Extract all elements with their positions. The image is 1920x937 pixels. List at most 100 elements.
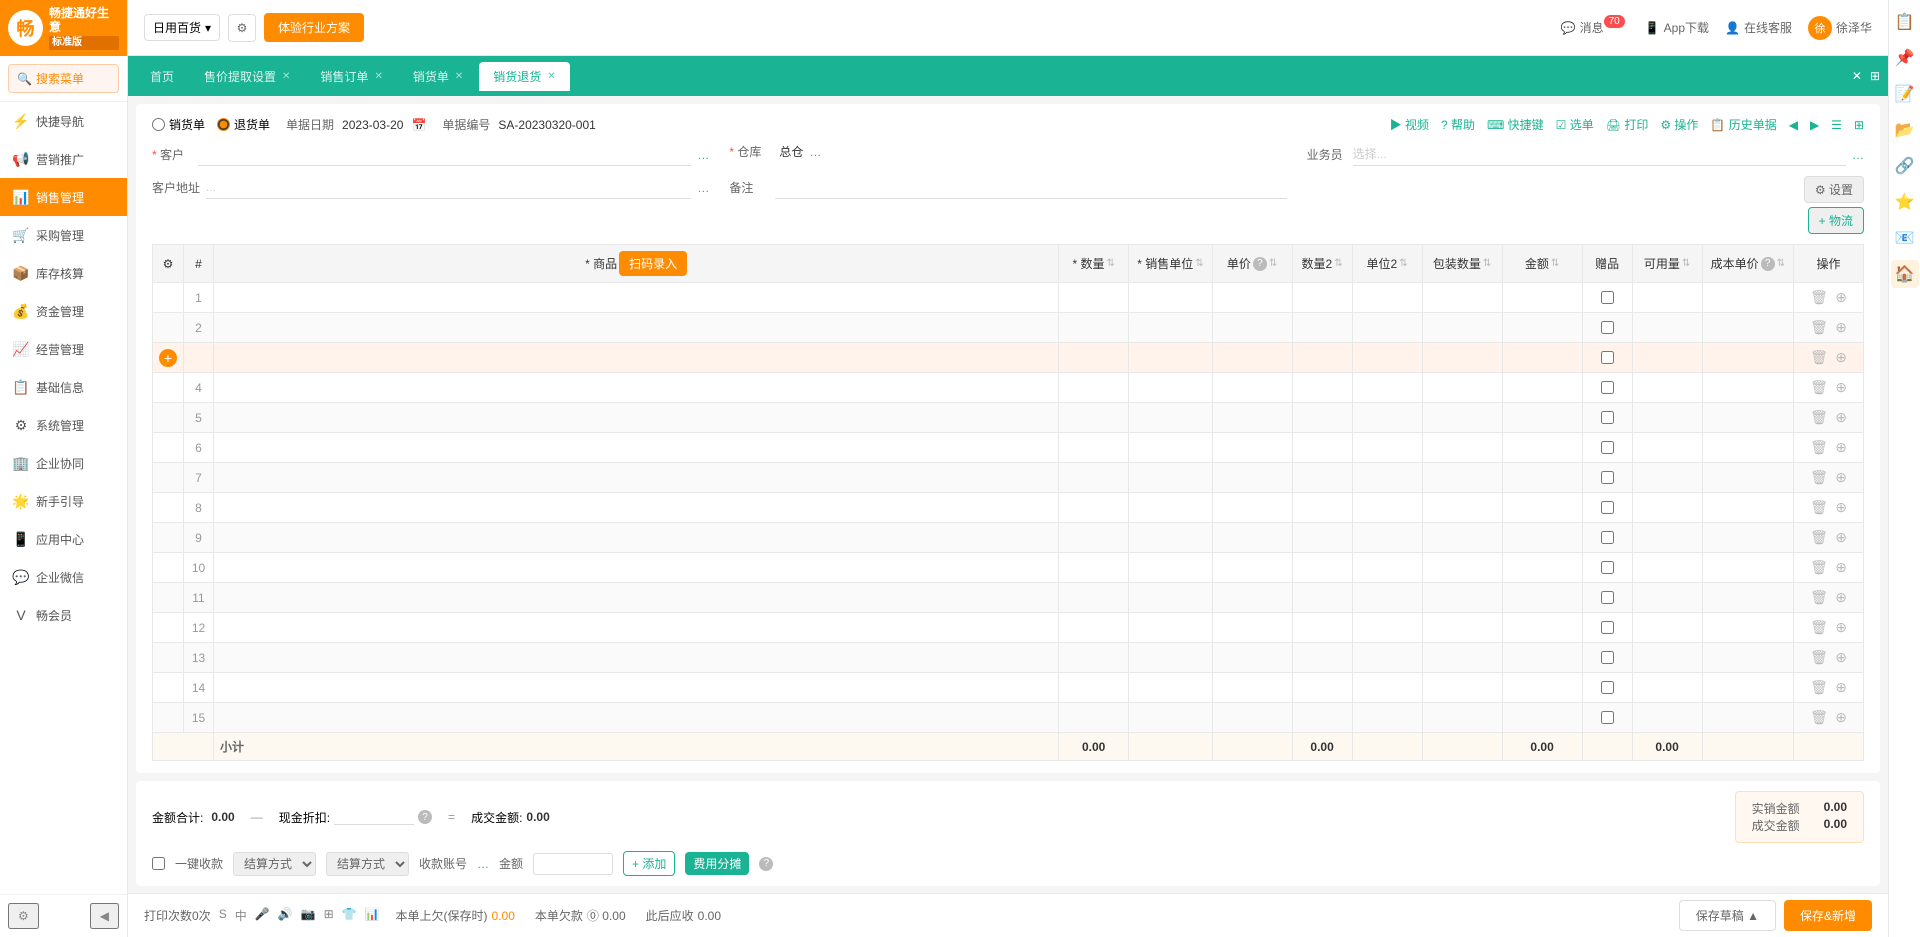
copy-row-6[interactable]: ⊕: [1833, 437, 1849, 458]
tab-sales-order-close[interactable]: ✕: [374, 71, 382, 82]
qty2-cell-6[interactable]: [1292, 433, 1352, 463]
qty2-cell-15[interactable]: [1292, 703, 1352, 733]
qty-cell-8[interactable]: [1059, 493, 1129, 523]
customer-dots-button[interactable]: …: [697, 148, 709, 162]
delete-row-5[interactable]: 🗑: [1808, 407, 1830, 428]
gift-checkbox-3[interactable]: [1601, 351, 1614, 364]
amount-cell-14[interactable]: [1502, 673, 1582, 703]
cost-cell-9[interactable]: [1702, 523, 1793, 553]
logistics-button[interactable]: + 物流: [1808, 207, 1864, 234]
gift-checkbox-4[interactable]: [1601, 381, 1614, 394]
product-input-3[interactable]: [220, 351, 1052, 365]
delete-row-1[interactable]: 🗑: [1808, 287, 1830, 308]
pack-cell-8[interactable]: [1422, 493, 1502, 523]
gift-checkbox-11[interactable]: [1601, 591, 1614, 604]
unit-cell-7[interactable]: [1129, 463, 1212, 493]
avail-cell-13[interactable]: [1632, 643, 1702, 673]
cost-cell-8[interactable]: [1702, 493, 1793, 523]
avail-cell-1[interactable]: [1632, 283, 1702, 313]
unit-cell-14[interactable]: [1129, 673, 1212, 703]
amount-cell-7[interactable]: [1502, 463, 1582, 493]
sidebar-item-vip[interactable]: V 畅会员: [0, 596, 127, 634]
help-button[interactable]: ? 帮助: [1441, 116, 1475, 133]
unit2-cell-11[interactable]: [1352, 583, 1422, 613]
unit2-cell-13[interactable]: [1352, 643, 1422, 673]
cost-cell-7[interactable]: [1702, 463, 1793, 493]
gift-checkbox-10[interactable]: [1601, 561, 1614, 574]
price-info-icon[interactable]: ?: [1253, 257, 1267, 271]
gift-checkbox-8[interactable]: [1601, 501, 1614, 514]
product-cell-10[interactable]: [214, 553, 1059, 583]
gift-checkbox-6[interactable]: [1601, 441, 1614, 454]
column-settings-button[interactable]: ⚙ 设置: [1804, 176, 1864, 203]
account-dots-button[interactable]: …: [477, 857, 489, 871]
copy-row-9[interactable]: ⊕: [1833, 527, 1849, 548]
unit2-cell-15[interactable]: [1352, 703, 1422, 733]
product-cell-3[interactable]: [214, 343, 1059, 373]
unit2-cell-2[interactable]: [1352, 313, 1422, 343]
gift-checkbox-9[interactable]: [1601, 531, 1614, 544]
unit-cell-8[interactable]: [1129, 493, 1212, 523]
delete-row-10[interactable]: 🗑: [1808, 557, 1830, 578]
messages-button[interactable]: 💬 消息 70: [1561, 19, 1629, 36]
delete-row-11[interactable]: 🗑: [1808, 587, 1830, 608]
delete-row-15[interactable]: 🗑: [1808, 707, 1830, 728]
search-menu-button[interactable]: 🔍 搜索菜单: [8, 64, 119, 93]
tab-sales[interactable]: 销货单 ✕: [399, 62, 477, 91]
qty2-cell-2[interactable]: [1292, 313, 1352, 343]
add-payment-button[interactable]: + 添加: [623, 851, 675, 876]
tab-returns-close[interactable]: ✕: [547, 71, 555, 82]
right-icon-7[interactable]: 📧: [1891, 224, 1919, 252]
price-cell-14[interactable]: [1212, 673, 1292, 703]
sales-slip-radio-input[interactable]: [152, 118, 165, 131]
qty2-cell-11[interactable]: [1292, 583, 1352, 613]
cost-sort-icon[interactable]: ⇅: [1777, 258, 1785, 269]
cost-cell-11[interactable]: [1702, 583, 1793, 613]
amount-cell-15[interactable]: [1502, 703, 1582, 733]
return-slip-radio[interactable]: 退货单: [217, 116, 270, 133]
unit2-cell-8[interactable]: [1352, 493, 1422, 523]
gift-checkbox-13[interactable]: [1601, 651, 1614, 664]
product-cell-15[interactable]: [214, 703, 1059, 733]
calc-method-select[interactable]: 结算方式: [326, 852, 409, 876]
sidebar-item-basic[interactable]: 📋 基础信息: [0, 368, 127, 406]
amount-cell-3[interactable]: [1502, 343, 1582, 373]
qty-cell-12[interactable]: [1059, 613, 1129, 643]
product-cell-12[interactable]: [214, 613, 1059, 643]
product-cell-11[interactable]: [214, 583, 1059, 613]
prev-record-button[interactable]: ◀: [1789, 118, 1798, 132]
tab-home[interactable]: 首页: [136, 62, 188, 91]
price-cell-6[interactable]: [1212, 433, 1292, 463]
qty2-cell-14[interactable]: [1292, 673, 1352, 703]
qty-cell-9[interactable]: [1059, 523, 1129, 553]
avail-cell-2[interactable]: [1632, 313, 1702, 343]
amount-cell-4[interactable]: [1502, 373, 1582, 403]
unit-cell-15[interactable]: [1129, 703, 1212, 733]
sales-slip-radio[interactable]: 销货单: [152, 116, 205, 133]
cost-cell-14[interactable]: [1702, 673, 1793, 703]
pay-method-select[interactable]: 结算方式: [233, 852, 316, 876]
qty2-cell-7[interactable]: [1292, 463, 1352, 493]
copy-row-2[interactable]: ⊕: [1833, 317, 1849, 338]
sidebar-item-shortcuts[interactable]: ⚡ 快捷导航: [0, 102, 127, 140]
product-cell-8[interactable]: [214, 493, 1059, 523]
copy-row-12[interactable]: ⊕: [1833, 617, 1849, 638]
copy-row-3[interactable]: ⊕: [1833, 347, 1849, 368]
unit-cell-12[interactable]: [1129, 613, 1212, 643]
print-button[interactable]: 🖨 打印: [1606, 116, 1649, 133]
price-cell-3[interactable]: [1212, 343, 1292, 373]
cost-cell-13[interactable]: [1702, 643, 1793, 673]
unit2-cell-1[interactable]: [1352, 283, 1422, 313]
experience-button[interactable]: 体验行业方案: [264, 13, 364, 42]
qty-cell-4[interactable]: [1059, 373, 1129, 403]
cost-cell-3[interactable]: [1702, 343, 1793, 373]
gift-checkbox-7[interactable]: [1601, 471, 1614, 484]
pack-cell-13[interactable]: [1422, 643, 1502, 673]
gift-checkbox-5[interactable]: [1601, 411, 1614, 424]
calendar-icon[interactable]: 📅: [411, 118, 426, 132]
avail-cell-15[interactable]: [1632, 703, 1702, 733]
delete-row-7[interactable]: 🗑: [1808, 467, 1830, 488]
right-icon-6[interactable]: ⭐: [1891, 188, 1919, 216]
avail-cell-4[interactable]: [1632, 373, 1702, 403]
sidebar-item-appstore[interactable]: 📱 应用中心: [0, 520, 127, 558]
